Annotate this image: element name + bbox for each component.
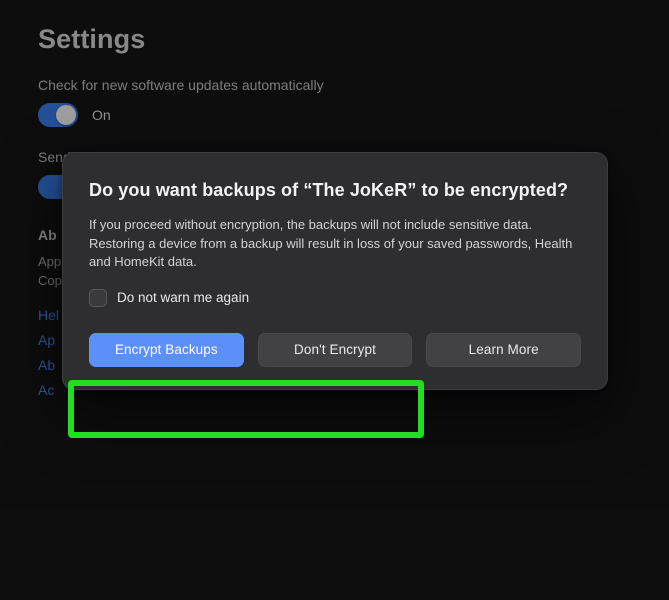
encrypt-backups-button[interactable]: Encrypt Backups [89, 333, 244, 367]
dont-warn-label: Do not warn me again [117, 290, 249, 305]
dialog-body: If you proceed without encryption, the b… [89, 216, 581, 271]
dont-warn-row[interactable]: Do not warn me again [89, 289, 581, 307]
encrypt-backups-dialog: Do you want backups of “The JoKeR” to be… [62, 152, 608, 390]
dont-encrypt-button[interactable]: Don't Encrypt [258, 333, 413, 367]
dont-warn-checkbox[interactable] [89, 289, 107, 307]
dialog-title: Do you want backups of “The JoKeR” to be… [89, 179, 581, 202]
dialog-button-row: Encrypt Backups Don't Encrypt Learn More [89, 333, 581, 367]
learn-more-button[interactable]: Learn More [426, 333, 581, 367]
